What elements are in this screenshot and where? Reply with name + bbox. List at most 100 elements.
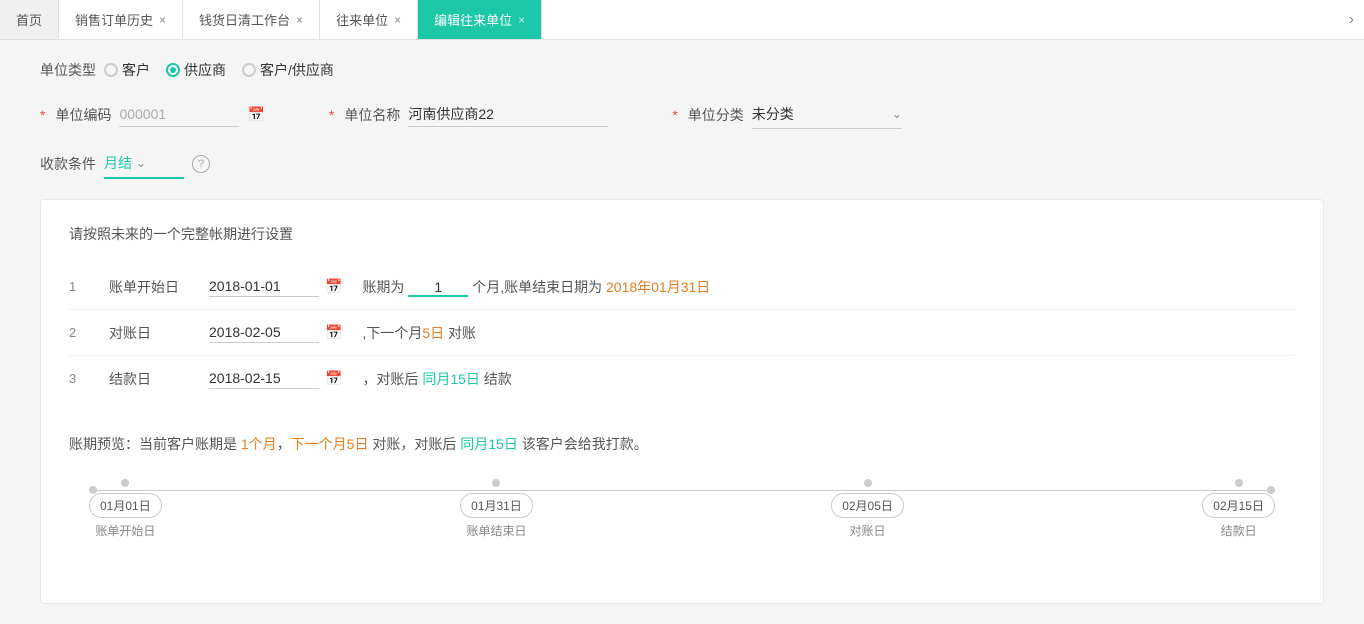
category-required: * [672, 107, 677, 123]
info-row: * 单位编码 📅 * 单位名称 * 单位分类 未分类 ⌄ [40, 100, 1324, 129]
row-desc-1: 账期为 个月,账单结束日期为 2018年01月31日 [362, 277, 710, 297]
tab-cash-work[interactable]: 钱货日清工作台 × [183, 0, 320, 39]
row-date-3: 📅 [209, 368, 342, 389]
point-label-2: 01月31日 [460, 493, 533, 518]
tab-edit-partner[interactable]: 编辑往来单位 × [418, 0, 542, 39]
preview-section: 账期预览：当前客户账期是 1个月，下一个月5日 对账，对账后 同月15日 该客户… [69, 417, 1295, 579]
point-name-2: 账单结束日 [466, 522, 526, 539]
tab-partner-label: 往来单位 [336, 10, 388, 29]
name-field: * 单位名称 [329, 102, 608, 127]
radio-customer-circle [104, 63, 118, 77]
radio-customer[interactable]: 客户 [104, 60, 150, 80]
category-label: 单位分类 [688, 105, 744, 125]
preview-day: 下一个月5日 [291, 436, 369, 452]
date-cal-icon-2[interactable]: 📅 [325, 324, 342, 341]
row-date-1: 📅 [209, 276, 342, 297]
code-field: * 单位编码 📅 [40, 102, 265, 127]
setting-row-1: 1 账单开始日 📅 账期为 个月,账单结束日期为 2018年01月31日 [69, 264, 1295, 310]
row-num-3: 3 [69, 371, 89, 386]
unit-type-row: 单位类型 客户 供应商 客户/供应商 [40, 60, 1324, 80]
radio-both[interactable]: 客户/供应商 [242, 60, 334, 80]
date-cal-icon-1[interactable]: 📅 [325, 278, 342, 295]
code-input[interactable] [119, 102, 239, 127]
condition-label: 收款条件 [40, 154, 96, 174]
card-title: 请按照未来的一个完整帐期进行设置 [69, 224, 1295, 244]
condition-row: 收款条件 月结 ⌄ ? [40, 149, 1324, 179]
row-name-3: 结款日 [109, 369, 189, 389]
row-num-1: 1 [69, 279, 89, 294]
condition-arrow-icon: ⌄ [136, 156, 146, 170]
setting-rows: 1 账单开始日 📅 账期为 个月,账单结束日期为 2018年01月31日 2 对… [69, 264, 1295, 401]
condition-value: 月结 [104, 153, 132, 173]
row-num-2: 2 [69, 325, 89, 340]
category-select[interactable]: 未分类 ⌄ [752, 100, 902, 129]
name-required: * [329, 107, 334, 123]
tab-sales-history[interactable]: 销售订单历史 × [59, 0, 183, 39]
radio-supplier-label: 供应商 [184, 60, 226, 80]
date-cal-icon-3[interactable]: 📅 [325, 370, 342, 387]
tab-edit-partner-label: 编辑往来单位 [434, 10, 512, 29]
point-label-1: 01月01日 [89, 493, 162, 518]
tab-sales-history-label: 销售订单历史 [75, 10, 153, 29]
unit-type-label: 单位类型 [40, 60, 96, 80]
point-name-1: 账单开始日 [95, 522, 155, 539]
settings-card: 请按照未来的一个完整帐期进行设置 1 账单开始日 📅 账期为 个月,账单结束日期… [40, 199, 1324, 604]
point-name-4: 结款日 [1221, 522, 1257, 539]
code-required: * [40, 107, 45, 123]
tab-bar: 首页 销售订单历史 × 钱货日清工作台 × 往来单位 × 编辑往来单位 × › [0, 0, 1364, 40]
date-input-3[interactable] [209, 368, 319, 389]
date-input-1[interactable] [209, 276, 319, 297]
setting-row-2: 2 对账日 📅 ,下一个月5日 对账 [69, 310, 1295, 356]
timeline-point-4: 02月15日 结款日 [1202, 479, 1275, 539]
radio-both-circle [242, 63, 256, 77]
timeline-points: 01月01日 账单开始日 01月31日 账单结束日 02月05日 对账日 [89, 479, 1275, 539]
point-dot-2 [492, 479, 500, 487]
timeline-point-2: 01月31日 账单结束日 [460, 479, 533, 539]
help-icon[interactable]: ? [192, 155, 210, 173]
tab-home[interactable]: 首页 [0, 0, 59, 39]
tab-more-arrow[interactable]: › [1339, 0, 1364, 39]
category-arrow-icon: ⌄ [892, 107, 902, 121]
radio-supplier-circle [166, 63, 180, 77]
category-field: * 单位分类 未分类 ⌄ [672, 100, 901, 129]
timeline-wrapper: 01月01日 账单开始日 01月31日 账单结束日 02月05日 对账日 [69, 479, 1295, 579]
condition-select[interactable]: 月结 ⌄ [104, 149, 184, 179]
radio-customer-label: 客户 [122, 60, 150, 80]
code-label: 单位编码 [55, 105, 111, 125]
name-input[interactable] [408, 102, 608, 127]
day-highlight-3: 同月15日 [422, 371, 480, 387]
unit-type-radio-group: 客户 供应商 客户/供应商 [104, 60, 334, 80]
end-date-highlight: 2018年01月31日 [606, 279, 710, 295]
point-name-3: 对账日 [850, 522, 886, 539]
timeline-point-1: 01月01日 账单开始日 [89, 479, 162, 539]
date-input-2[interactable] [209, 322, 319, 343]
period-input[interactable] [408, 279, 468, 297]
tab-sales-history-close[interactable]: × [159, 13, 166, 27]
row-name-2: 对账日 [109, 323, 189, 343]
row-date-2: 📅 [209, 322, 342, 343]
point-dot-4 [1235, 479, 1243, 487]
point-label-4: 02月15日 [1202, 493, 1275, 518]
preview-pay: 同月15日 [460, 436, 518, 452]
row-name-1: 账单开始日 [109, 277, 189, 297]
day-highlight-2: 5日 [422, 325, 444, 341]
preview-text: 账期预览：当前客户账期是 1个月，下一个月5日 对账，对账后 同月15日 该客户… [69, 433, 1295, 455]
point-label-3: 02月05日 [831, 493, 904, 518]
setting-row-3: 3 结款日 📅 ，对账后 同月15日 结款 [69, 356, 1295, 401]
row-desc-2: ,下一个月5日 对账 [362, 323, 476, 343]
tab-edit-partner-close[interactable]: × [518, 13, 525, 27]
tab-partner[interactable]: 往来单位 × [320, 0, 418, 39]
tab-home-label: 首页 [16, 10, 42, 29]
unit-type-field: 单位类型 客户 供应商 客户/供应商 [40, 60, 334, 80]
timeline-point-3: 02月05日 对账日 [831, 479, 904, 539]
category-value: 未分类 [752, 104, 888, 124]
tab-cash-work-close[interactable]: × [296, 13, 303, 27]
code-calendar-icon[interactable]: 📅 [247, 106, 264, 123]
point-dot-3 [864, 479, 872, 487]
radio-supplier[interactable]: 供应商 [166, 60, 226, 80]
radio-both-label: 客户/供应商 [260, 60, 334, 80]
tab-partner-close[interactable]: × [394, 13, 401, 27]
page-content: 单位类型 客户 供应商 客户/供应商 * 单位编码 [0, 40, 1364, 624]
preview-months: 1个月 [241, 436, 277, 452]
point-dot-1 [121, 479, 129, 487]
